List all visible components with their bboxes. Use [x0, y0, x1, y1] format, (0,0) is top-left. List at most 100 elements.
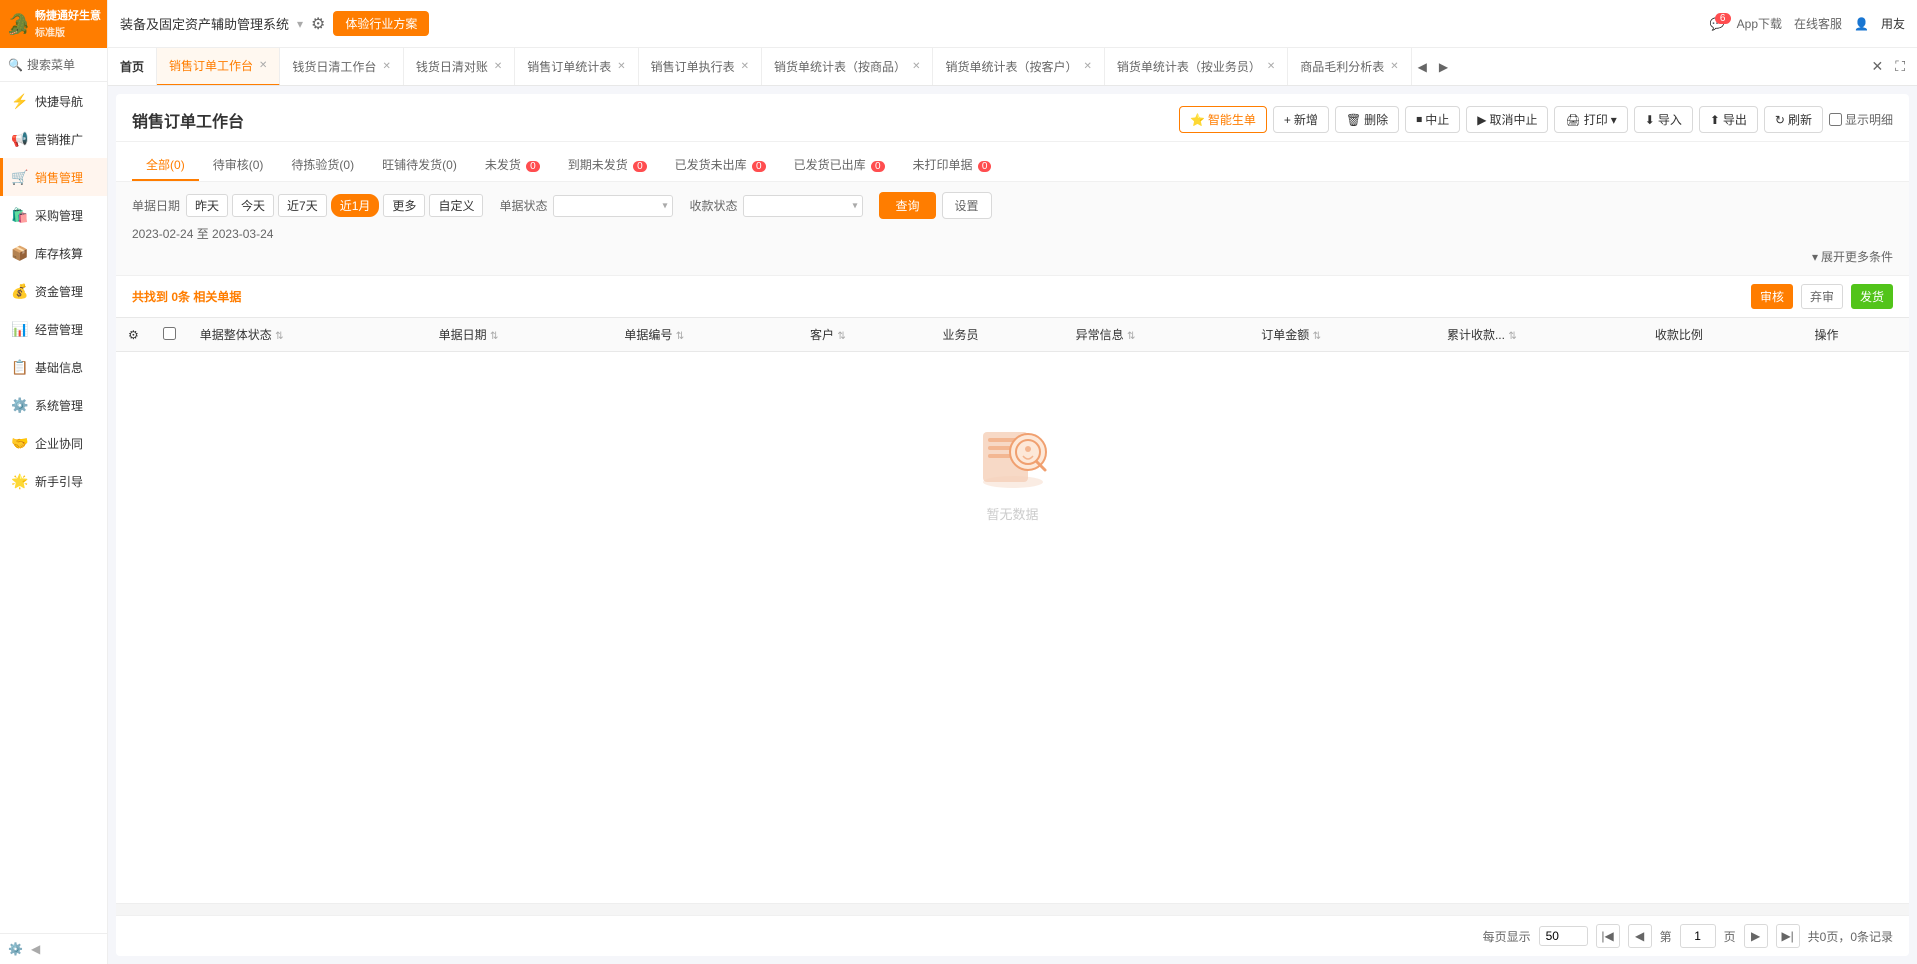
sidebar-item-sales[interactable]: 🛒 销售管理 — [0, 158, 107, 196]
sub-tab-shipped-out[interactable]: 已发货已出库 0 — [780, 150, 899, 181]
date-more-btn[interactable]: 更多 — [383, 194, 425, 217]
smart-create-btn[interactable]: ⭐ 智能生单 — [1179, 106, 1267, 133]
page-first-btn[interactable]: |◀ — [1596, 924, 1620, 948]
logo: 🐊 畅捷通好生意 标准版 — [0, 0, 107, 48]
table-scroll[interactable]: ⚙ 单据整体状态 ⇅ 单据日期 — [116, 317, 1909, 903]
app-download-btn[interactable]: App下载 — [1737, 15, 1782, 32]
tab-maximize-btn[interactable]: ⛶ — [1891, 58, 1909, 75]
ship-btn[interactable]: 发货 — [1851, 284, 1893, 309]
sub-tab-pending-review[interactable]: 待审核(0) — [199, 150, 278, 181]
sort-icon-status[interactable]: ⇅ — [275, 331, 283, 342]
tab-gross-margin[interactable]: 商品毛利分析表 ✕ — [1288, 48, 1411, 86]
sort-icon-number[interactable]: ⇅ — [676, 331, 684, 342]
sidebar-item-system[interactable]: ⚙️ 系统管理 — [0, 386, 107, 424]
tab-order-execute-label: 销售订单执行表 — [651, 58, 735, 75]
expand-btn[interactable]: ▾ 展开更多条件 — [1812, 248, 1893, 265]
tab-close-icon[interactable]: ✕ — [259, 60, 267, 71]
tab-close-icon8[interactable]: ✕ — [1267, 61, 1275, 72]
sub-tab-unprinted[interactable]: 未打印单据 0 — [899, 150, 1006, 181]
plus-icon: + — [1284, 113, 1291, 127]
payment-select[interactable] — [743, 195, 863, 217]
show-detail-input[interactable] — [1829, 113, 1842, 126]
tab-close-icon4[interactable]: ✕ — [617, 61, 625, 72]
collapse-icon[interactable]: ◀ — [31, 942, 40, 956]
tabbar: 首页 销售订单工作台 ✕ 钱货日清工作台 ✕ 钱货日清对账 ✕ 销售订单统计表 … — [108, 48, 1917, 86]
status-select[interactable] — [553, 195, 673, 217]
sort-icon-anomaly[interactable]: ⇅ — [1127, 331, 1135, 342]
sort-icon-amount[interactable]: ⇅ — [1313, 331, 1321, 342]
sidebar-item-marketing[interactable]: 📢 营销推广 — [0, 120, 107, 158]
sub-tab-wangpu-ship[interactable]: 旺铺待发货(0) — [368, 150, 471, 181]
date-custom-btn[interactable]: 自定义 — [429, 194, 483, 217]
page-last-btn[interactable]: ▶| — [1776, 924, 1800, 948]
sub-tab-unshipped[interactable]: 未发货 0 — [471, 150, 554, 181]
settings-icon[interactable]: ⚙️ — [8, 942, 23, 956]
date-range-text: 2023-02-24 至 2023-03-24 — [132, 227, 273, 241]
unaudit-btn[interactable]: 弃审 — [1801, 284, 1843, 309]
select-all-checkbox[interactable] — [163, 327, 176, 340]
sidebar-item-quick-nav[interactable]: ⚡ 快捷导航 — [0, 82, 107, 120]
sidebar-item-guide[interactable]: 🌟 新手引导 — [0, 462, 107, 500]
sidebar-item-operations[interactable]: 📊 经营管理 — [0, 310, 107, 348]
print-btn[interactable]: 🖨 打印 ▾ — [1554, 106, 1627, 133]
sub-tab-pending-inspect[interactable]: 待拣验货(0) — [277, 150, 368, 181]
delete-btn[interactable]: 🗑 删除 — [1335, 106, 1399, 133]
sub-tab-shipped-not-out[interactable]: 已发货未出库 0 — [661, 150, 780, 181]
solution-btn[interactable]: 体验行业方案 — [333, 11, 429, 36]
tab-sales-workbench[interactable]: 销售订单工作台 ✕ — [157, 48, 280, 86]
show-detail-checkbox[interactable]: 显示明细 — [1829, 111, 1893, 128]
cancel-suspend-btn[interactable]: ▶ 取消中止 — [1466, 106, 1548, 133]
message-btn[interactable]: 💬 6 — [1710, 17, 1725, 31]
tab-order-stats[interactable]: 销售订单统计表 ✕ — [515, 48, 638, 86]
refresh-btn[interactable]: ↻ 刷新 — [1764, 106, 1823, 133]
tab-close-icon6[interactable]: ✕ — [912, 61, 920, 72]
sort-icon-customer[interactable]: ⇅ — [837, 331, 845, 342]
page-size-select[interactable]: 50 20 100 — [1539, 926, 1588, 946]
page-input[interactable] — [1680, 924, 1716, 948]
search-menu[interactable]: 🔍 搜索菜单 — [0, 48, 107, 82]
tab-sales-staff[interactable]: 销货单统计表（按业务员） ✕ — [1105, 48, 1288, 86]
sidebar-item-finance[interactable]: 💰 资金管理 — [0, 272, 107, 310]
new-btn[interactable]: + 新增 — [1273, 106, 1329, 133]
export-btn[interactable]: ⬆ 导出 — [1699, 106, 1758, 133]
query-btn[interactable]: 查询 — [879, 192, 935, 219]
bottom-scroll[interactable] — [116, 903, 1909, 915]
date-7days-btn[interactable]: 近7天 — [278, 194, 327, 217]
sub-tab-overdue-ship[interactable]: 到期未发货 0 — [554, 150, 661, 181]
sidebar-item-enterprise[interactable]: 🤝 企业协同 — [0, 424, 107, 462]
page-prev-btn[interactable]: ◀ — [1628, 924, 1652, 948]
tab-close-icon3[interactable]: ✕ — [494, 61, 502, 72]
sidebar-item-purchase[interactable]: 🛍️ 采购管理 — [0, 196, 107, 234]
column-settings-icon[interactable]: ⚙ — [128, 328, 139, 342]
sidebar-item-inventory[interactable]: 📦 库存核算 — [0, 234, 107, 272]
suspend-btn[interactable]: ⏹ 中止 — [1405, 106, 1460, 133]
tab-daily-clear[interactable]: 钱货日清工作台 ✕ — [280, 48, 403, 86]
dropdown-arrow-icon[interactable]: ▾ — [297, 17, 303, 31]
tab-close-all-btn[interactable]: ✕ — [1867, 58, 1887, 75]
sub-tab-all[interactable]: 全部(0) — [132, 150, 199, 181]
sort-icon-accumulated[interactable]: ⇅ — [1508, 331, 1516, 342]
settings-topbar-icon[interactable]: ⚙ — [311, 14, 325, 34]
page-next-btn[interactable]: ▶ — [1744, 924, 1768, 948]
set-btn[interactable]: 设置 — [942, 192, 992, 219]
tab-close-icon2[interactable]: ✕ — [382, 61, 390, 72]
audit-btn[interactable]: 审核 — [1751, 284, 1793, 309]
tab-order-execute[interactable]: 销售订单执行表 ✕ — [639, 48, 762, 86]
date-yesterday-btn[interactable]: 昨天 — [186, 194, 228, 217]
date-today-btn[interactable]: 今天 — [232, 194, 274, 217]
date-1month-btn[interactable]: 近1月 — [331, 194, 380, 217]
tab-reconcile[interactable]: 钱货日清对账 ✕ — [404, 48, 515, 86]
tab-prev-btn[interactable]: ◀ — [1412, 60, 1433, 74]
online-service-btn[interactable]: 在线客服 — [1794, 15, 1842, 32]
tab-close-icon7[interactable]: ✕ — [1083, 61, 1091, 72]
tab-close-icon5[interactable]: ✕ — [741, 61, 749, 72]
tab-close-icon9[interactable]: ✕ — [1390, 61, 1398, 72]
tab-next-btn[interactable]: ▶ — [1433, 60, 1454, 74]
sub-tabs: 全部(0) 待审核(0) 待拣验货(0) 旺铺待发货(0) 未发货 0 到期未发… — [116, 142, 1909, 182]
sidebar-item-basic-info[interactable]: 📋 基础信息 — [0, 348, 107, 386]
tab-sales-customer[interactable]: 销货单统计表（按客户） ✕ — [933, 48, 1104, 86]
sort-icon-date[interactable]: ⇅ — [490, 331, 498, 342]
import-btn[interactable]: ⬇ 导入 — [1634, 106, 1693, 133]
tab-home[interactable]: 首页 — [108, 48, 157, 86]
tab-sales-product[interactable]: 销货单统计表（按商品） ✕ — [762, 48, 933, 86]
